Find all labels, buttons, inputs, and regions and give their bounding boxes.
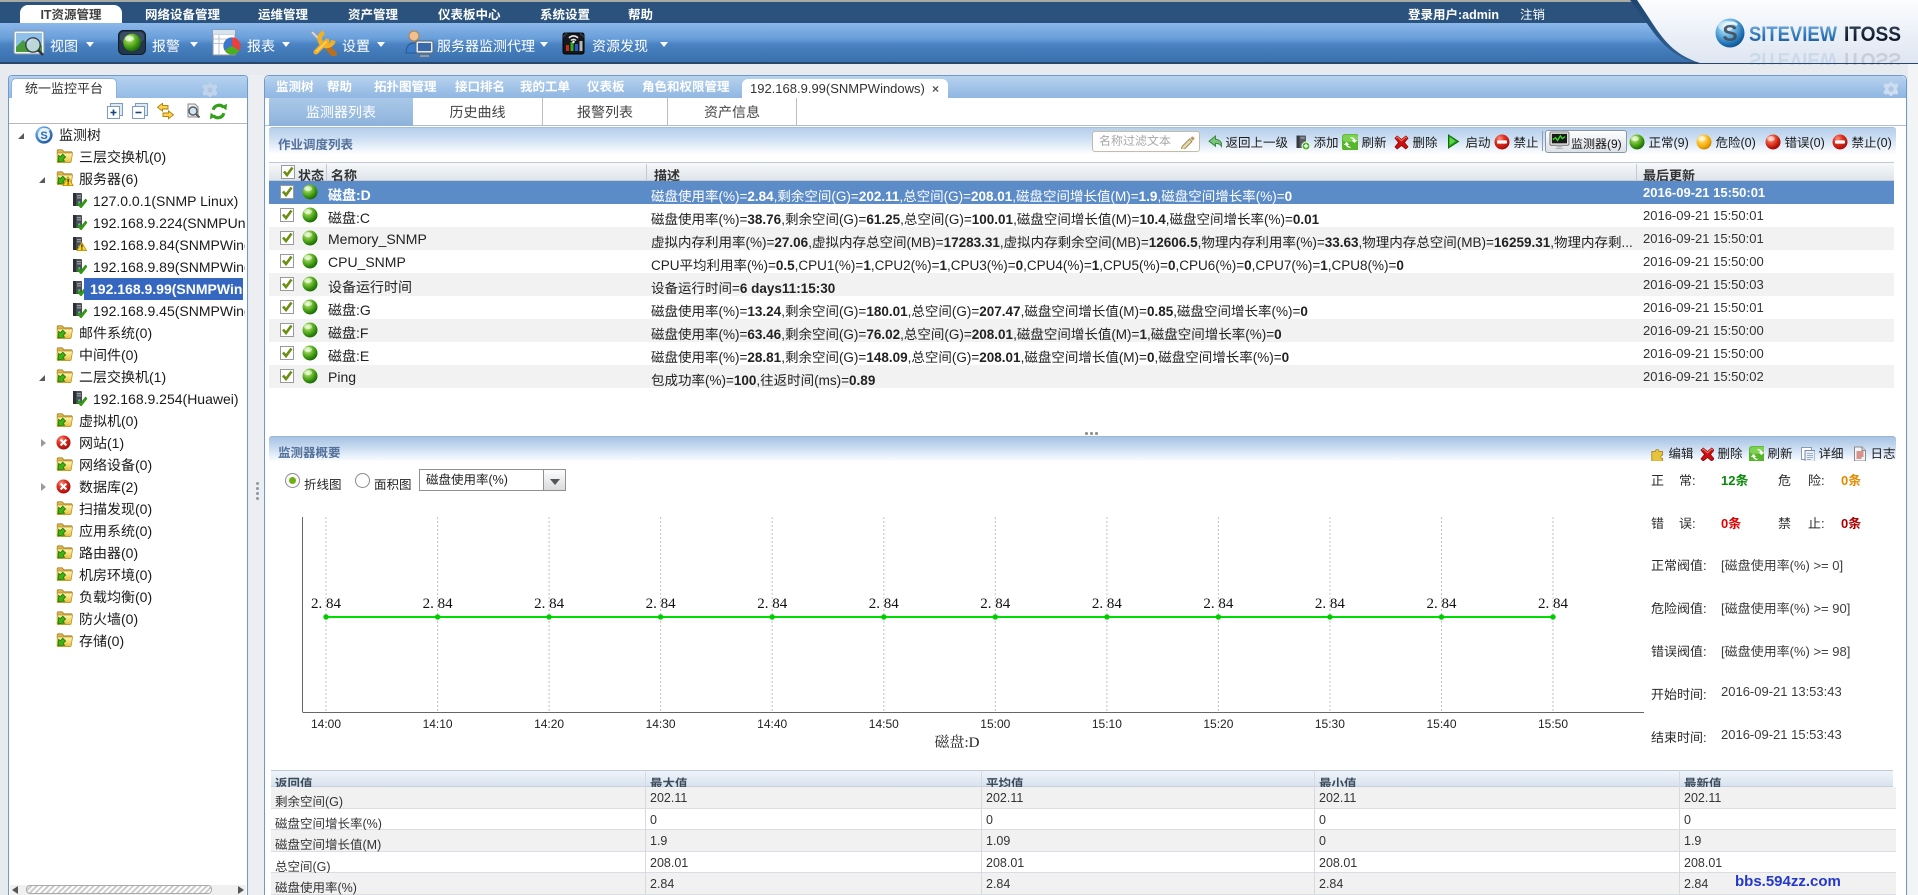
svg-text:2. 84: 2. 84	[534, 596, 565, 612]
svg-text:2. 84: 2. 84	[1315, 596, 1346, 612]
svg-text:14:30: 14:30	[646, 717, 676, 731]
svg-text:SITEVIEW: SITEVIEW	[1749, 23, 1837, 46]
svg-text:14:00: 14:00	[311, 717, 341, 731]
svg-text:2. 84: 2. 84	[1538, 596, 1569, 612]
svg-text:15:00: 15:00	[980, 717, 1010, 731]
svg-text:14:10: 14:10	[423, 717, 453, 731]
svg-text:15:30: 15:30	[1315, 717, 1345, 731]
svg-text:ITOSS: ITOSS	[1844, 23, 1901, 46]
svg-text:ITOSS: ITOSS	[1844, 48, 1901, 65]
svg-text:15:10: 15:10	[1092, 717, 1122, 731]
svg-text:2. 84: 2. 84	[1427, 596, 1458, 612]
svg-text:14:20: 14:20	[534, 717, 564, 731]
svg-text:2. 84: 2. 84	[980, 596, 1011, 612]
svg-text:SITEVIEW: SITEVIEW	[1749, 48, 1837, 65]
svg-text:2. 84: 2. 84	[869, 596, 900, 612]
svg-text:2. 84: 2. 84	[1203, 596, 1234, 612]
svg-text:2. 84: 2. 84	[646, 596, 677, 612]
svg-text:2. 84: 2. 84	[423, 596, 454, 612]
svg-text:2. 84: 2. 84	[1092, 596, 1123, 612]
svg-text:15:50: 15:50	[1538, 717, 1568, 731]
svg-text:14:40: 14:40	[757, 717, 787, 731]
svg-text:2. 84: 2. 84	[311, 596, 342, 612]
svg-text:2. 84: 2. 84	[757, 596, 788, 612]
svg-text:15:40: 15:40	[1426, 717, 1456, 731]
svg-text:14:50: 14:50	[869, 717, 899, 731]
svg-text:15:20: 15:20	[1203, 717, 1233, 731]
svg-text:磁盘:D: 磁盘:D	[934, 734, 979, 751]
